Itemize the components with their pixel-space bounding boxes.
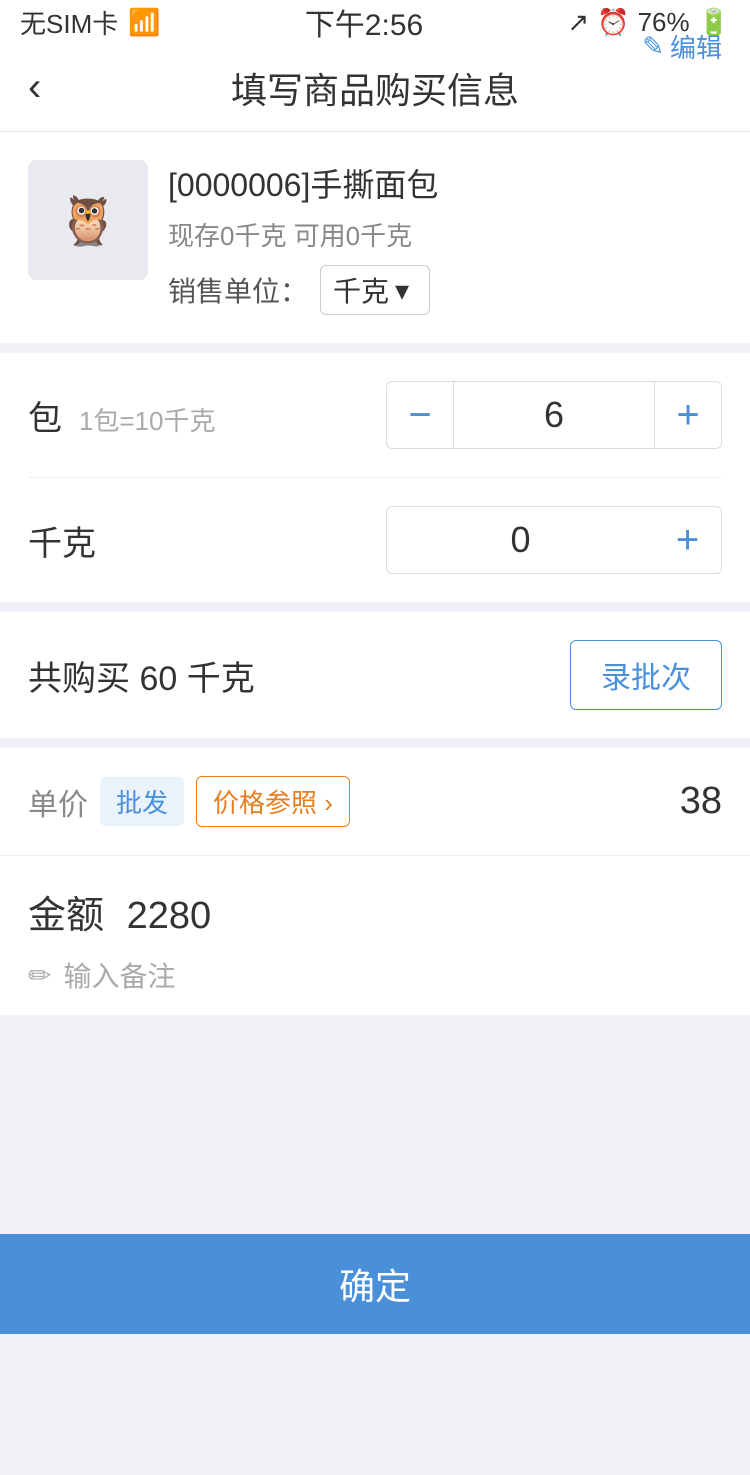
alarm-icon: ⏰: [597, 7, 629, 38]
increment-kg-button[interactable]: +: [654, 506, 722, 574]
qty-label-kg: 千克: [28, 516, 96, 565]
qty-input-bao[interactable]: [454, 381, 654, 449]
qty-controls-kg: +: [386, 506, 722, 574]
qty-label-text-kg: 千克: [28, 525, 96, 563]
increment-bao-button[interactable]: +: [654, 381, 722, 449]
edit-button[interactable]: ✎ 编辑: [642, 28, 722, 65]
dropdown-icon: ▾: [395, 274, 409, 307]
quantity-row-bao: 包 1包=10千克 − +: [28, 353, 722, 478]
location-icon: ↗: [567, 7, 589, 38]
edit-icon: ✎: [642, 31, 664, 62]
amount-label: 金额: [28, 895, 104, 937]
product-info: [0000006]手撕面包 现存0千克 可用0千克 销售单位： 千克 ▾: [168, 160, 722, 315]
qty-label-text: 包: [28, 400, 62, 438]
price-value: 38: [680, 780, 722, 823]
product-unit-row: 销售单位： 千克 ▾: [168, 265, 722, 315]
price-type-tag: 批发: [100, 777, 184, 826]
total-row: 共购买 60 千克 录批次: [0, 612, 750, 748]
remark-placeholder: 输入备注: [63, 955, 175, 995]
decrement-bao-button[interactable]: −: [386, 381, 454, 449]
amount-section: 金额 2280 ✏ 输入备注: [0, 856, 750, 1015]
wifi-icon: 📶: [128, 7, 160, 38]
unit-label: 销售单位：: [168, 270, 308, 310]
qty-sublabel-bao: 1包=10千克: [79, 406, 216, 436]
page-title: 填写商品购买信息: [231, 62, 519, 114]
price-section: 单价 批发 价格参照 › 38: [0, 748, 750, 856]
amount-value: 2280: [127, 895, 212, 937]
nav-bar: ‹ 填写商品购买信息: [0, 44, 750, 132]
price-label: 单价: [28, 780, 88, 824]
amount-row: 金额 2280: [28, 884, 722, 939]
edit-label: 编辑: [670, 28, 722, 65]
batch-button[interactable]: 录批次: [570, 640, 722, 710]
price-reference-button[interactable]: 价格参照 ›: [196, 776, 350, 827]
product-image: 🦉: [28, 160, 148, 280]
unit-value: 千克: [333, 270, 389, 310]
time-label: 下午2:56: [305, 0, 423, 44]
status-bar: 无SIM卡 📶 下午2:56 ↗ ⏰ 76% 🔋: [0, 0, 750, 44]
remark-row[interactable]: ✏ 输入备注: [28, 955, 722, 995]
carrier-label: 无SIM卡: [20, 4, 118, 41]
qty-controls-bao: − +: [386, 381, 722, 449]
confirm-button[interactable]: 确定: [339, 1258, 411, 1310]
qty-input-kg[interactable]: [386, 506, 654, 574]
product-card: 🦉 [0000006]手撕面包 现存0千克 可用0千克 销售单位： 千克 ▾ ✎…: [0, 132, 750, 353]
unit-select[interactable]: 千克 ▾: [320, 265, 430, 315]
qty-label-bao: 包 1包=10千克: [28, 391, 215, 440]
confirm-bar[interactable]: 确定: [0, 1234, 750, 1334]
quantity-row-kg: 千克 +: [28, 478, 722, 602]
product-thumbnail-icon: 🦉: [58, 192, 118, 249]
product-name: [0000006]手撕面包: [168, 160, 722, 206]
product-stock: 现存0千克 可用0千克: [168, 216, 722, 253]
back-button[interactable]: ‹: [28, 65, 41, 110]
quantity-section: 包 1包=10千克 − + 千克 +: [0, 353, 750, 612]
remark-icon: ✏: [28, 959, 51, 992]
status-left: 无SIM卡 📶: [20, 4, 161, 41]
total-text: 共购买 60 千克: [28, 651, 255, 700]
